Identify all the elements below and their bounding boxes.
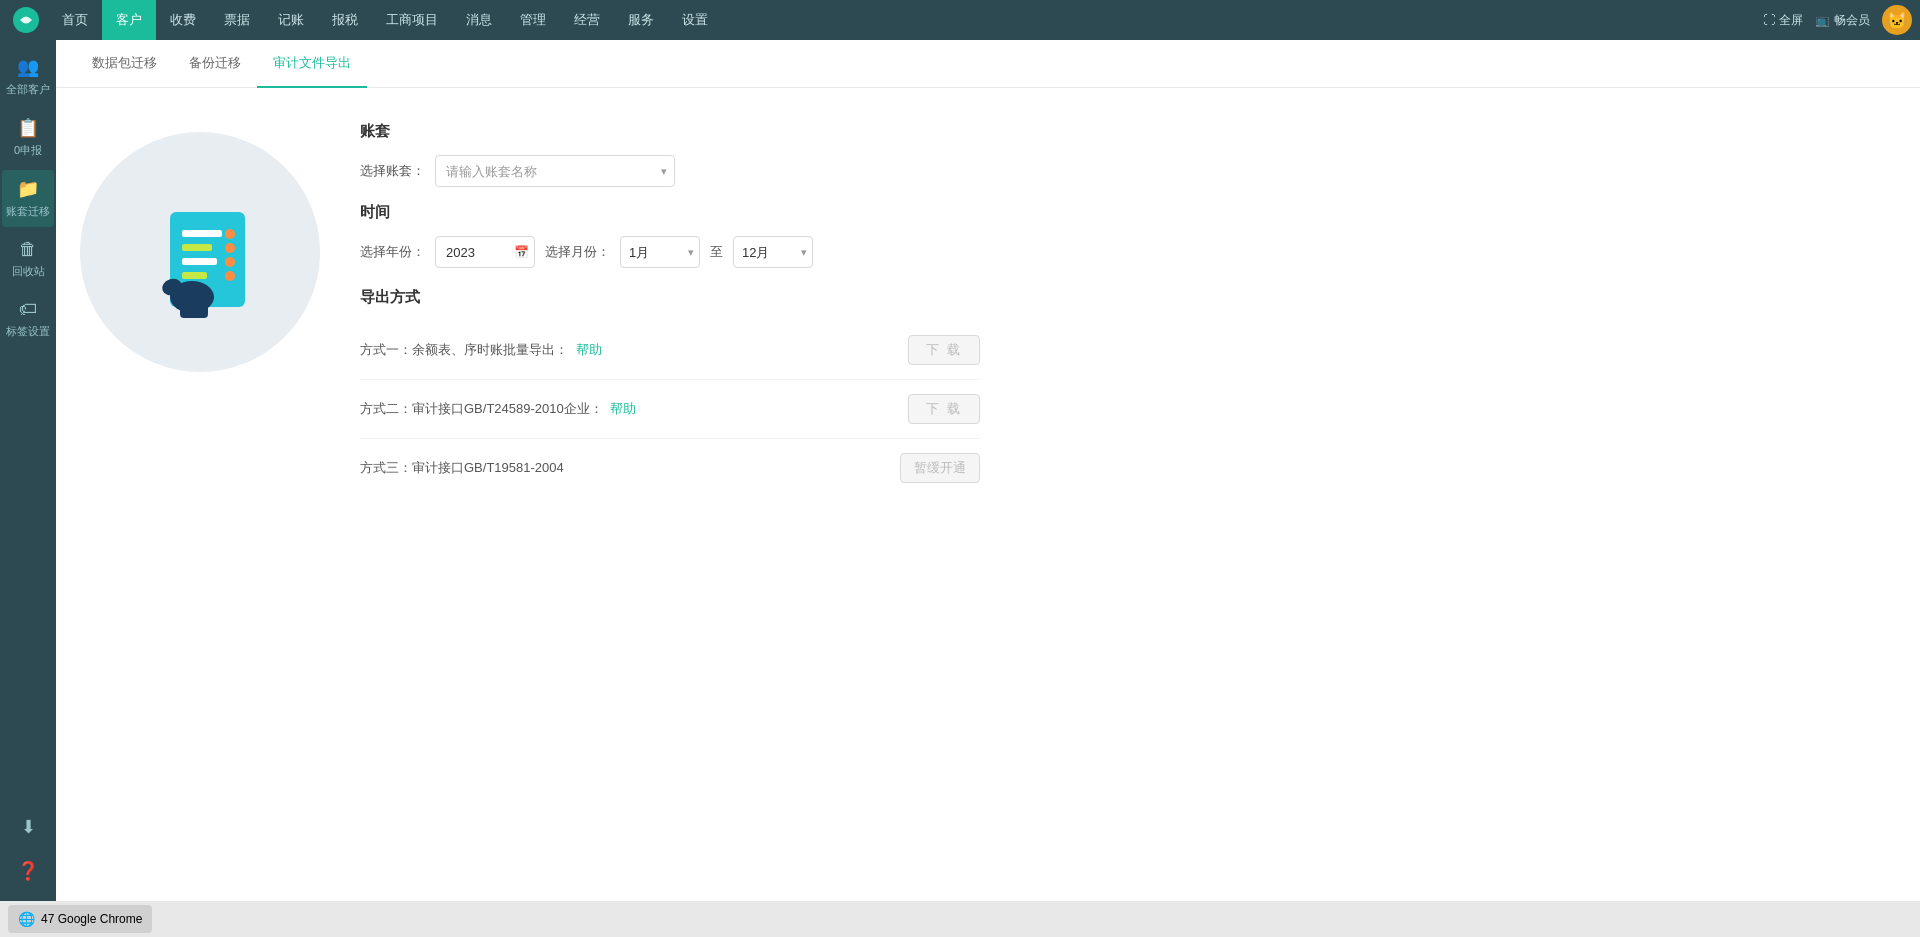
svg-rect-5: [182, 272, 207, 279]
method3-coming-soon-btn[interactable]: 暂缓开通: [900, 453, 980, 483]
nav-business[interactable]: 工商项目: [372, 0, 452, 40]
time-section-title: 时间: [360, 203, 980, 222]
export-methods: 导出方式 方式一：余额表、序时账批量导出： 帮助 下 载: [360, 288, 980, 497]
nav-right: ⛶ 全屏 📺 畅会员 🐱: [1763, 5, 1912, 35]
method2-label: 方式二：审计接口GB/T24589-2010企业： 帮助: [360, 400, 898, 418]
avatar[interactable]: 🐱: [1882, 5, 1912, 35]
nav-message[interactable]: 消息: [452, 0, 506, 40]
nav-tax[interactable]: 报税: [318, 0, 372, 40]
month-start-label: 选择月份：: [545, 243, 610, 261]
nav-operation[interactable]: 经营: [560, 0, 614, 40]
sidebar-item-all-clients[interactable]: 👥 全部客户: [2, 48, 54, 105]
time-row: 选择年份： 选择月份： 1月2月3月 4月5月6月 7月8月9月 10: [360, 236, 980, 268]
nav-invoice[interactable]: 票据: [210, 0, 264, 40]
all-clients-icon: 👥: [17, 56, 39, 78]
year-label: 选择年份：: [360, 243, 425, 261]
method2-help-link[interactable]: 帮助: [610, 401, 636, 416]
month-start-wrapper: 1月2月3月 4月5月6月 7月8月9月 10月11月12月: [620, 236, 700, 268]
export-section-title: 导出方式: [360, 288, 980, 307]
nav-bookkeeping[interactable]: 记账: [264, 0, 318, 40]
migration-icon: 📁: [17, 178, 39, 200]
account-select-wrapper: 请输入账套名称: [435, 155, 675, 187]
svg-point-7: [225, 243, 235, 253]
sidebar-item-tag[interactable]: 🏷 标签设置: [2, 291, 54, 347]
month-start-select[interactable]: 1月2月3月 4月5月6月 7月8月9月 10月11月12月: [620, 236, 700, 268]
recycle-icon: 🗑: [19, 239, 37, 260]
nav-service[interactable]: 服务: [614, 0, 668, 40]
account-select[interactable]: 请输入账套名称: [435, 155, 675, 187]
member-button[interactable]: 📺 畅会员: [1815, 12, 1870, 29]
method3-label: 方式三：审计接口GB/T19581-2004: [360, 459, 890, 477]
taskbar-chrome[interactable]: 🌐 47 Google Chrome: [8, 905, 152, 933]
member-icon: 📺: [1815, 13, 1830, 27]
chrome-icon: 🌐: [18, 911, 35, 927]
page-content: 账套 选择账套： 请输入账套名称 时间 选择年份：: [56, 88, 1920, 901]
taskbar-chrome-label: 47 Google Chrome: [41, 912, 142, 926]
account-select-label: 选择账套：: [360, 162, 425, 180]
sidebar-bottom: ⬇ ❓: [10, 809, 46, 901]
month-end-select[interactable]: 1月2月3月 4月5月6月 7月8月9月 10月11月12月: [733, 236, 813, 268]
tab-data-migration[interactable]: 数据包迁移: [76, 40, 173, 88]
year-input[interactable]: [435, 236, 535, 268]
export-container: 账套 选择账套： 请输入账套名称 时间 选择年份：: [80, 112, 980, 497]
nav-management[interactable]: 管理: [506, 0, 560, 40]
svg-rect-12: [180, 290, 208, 318]
top-navigation: 首页 客户 收费 票据 记账 报税 工商项目 消息 管理 经营 服务 设置 ⛶ …: [0, 0, 1920, 40]
sidebar-item-recycle[interactable]: 🗑 回收站: [2, 231, 54, 287]
app-logo: [8, 2, 44, 38]
method2-download-btn[interactable]: 下 载: [908, 394, 980, 424]
year-input-wrapper: [435, 236, 535, 268]
tag-icon: 🏷: [19, 299, 37, 320]
svg-point-9: [225, 271, 235, 281]
taskbar: 🌐 47 Google Chrome: [0, 901, 1920, 937]
svg-point-8: [225, 257, 235, 267]
method1-label: 方式一：余额表、序时账批量导出： 帮助: [360, 341, 898, 359]
tab-audit-export[interactable]: 审计文件导出: [257, 40, 367, 88]
month-end-wrapper: 1月2月3月 4月5月6月 7月8月9月 10月11月12月: [733, 236, 813, 268]
download-icon-btn[interactable]: ⬇: [10, 809, 46, 845]
time-section: 时间 选择年份： 选择月份： 1月2月3月 4月5月6月: [360, 203, 980, 268]
illustration: [80, 132, 320, 372]
account-form-row: 选择账套： 请输入账套名称: [360, 155, 980, 187]
content-area: 数据包迁移 备份迁移 审计文件导出: [56, 40, 1920, 901]
help-icon-btn[interactable]: ❓: [10, 853, 46, 889]
fullscreen-button[interactable]: ⛶ 全屏: [1763, 12, 1803, 29]
nav-home[interactable]: 首页: [48, 0, 102, 40]
tab-backup-migration[interactable]: 备份迁移: [173, 40, 257, 88]
svg-rect-3: [182, 244, 212, 251]
main-layout: 👥 全部客户 📋 0申报 📁 账套迁移 🗑 回收站 🏷 标签设置 ⬇ ❓ 数据包…: [0, 40, 1920, 901]
svg-rect-2: [182, 230, 222, 237]
sidebar: 👥 全部客户 📋 0申报 📁 账套迁移 🗑 回收站 🏷 标签设置 ⬇ ❓: [0, 40, 56, 901]
method-row-2: 方式二：审计接口GB/T24589-2010企业： 帮助 下 载: [360, 380, 980, 439]
account-section-title: 账套: [360, 122, 980, 141]
nav-settings[interactable]: 设置: [668, 0, 722, 40]
method1-download-btn[interactable]: 下 载: [908, 335, 980, 365]
sidebar-item-migration[interactable]: 📁 账套迁移: [2, 170, 54, 227]
method-row-1: 方式一：余额表、序时账批量导出： 帮助 下 载: [360, 321, 980, 380]
fullscreen-icon: ⛶: [1763, 13, 1775, 27]
method1-help-link[interactable]: 帮助: [576, 342, 602, 357]
svg-point-6: [225, 229, 235, 239]
svg-rect-4: [182, 258, 217, 265]
declaration-icon: 📋: [17, 117, 39, 139]
sidebar-item-declaration[interactable]: 📋 0申报: [2, 109, 54, 166]
to-label: 至: [710, 243, 723, 261]
nav-billing[interactable]: 收费: [156, 0, 210, 40]
nav-items: 首页 客户 收费 票据 记账 报税 工商项目 消息 管理 经营 服务 设置: [48, 0, 1763, 40]
nav-client[interactable]: 客户: [102, 0, 156, 40]
method-row-3: 方式三：审计接口GB/T19581-2004 暂缓开通: [360, 439, 980, 497]
form-area: 账套 选择账套： 请输入账套名称 时间 选择年份：: [360, 112, 980, 497]
tab-bar: 数据包迁移 备份迁移 审计文件导出: [56, 40, 1920, 88]
